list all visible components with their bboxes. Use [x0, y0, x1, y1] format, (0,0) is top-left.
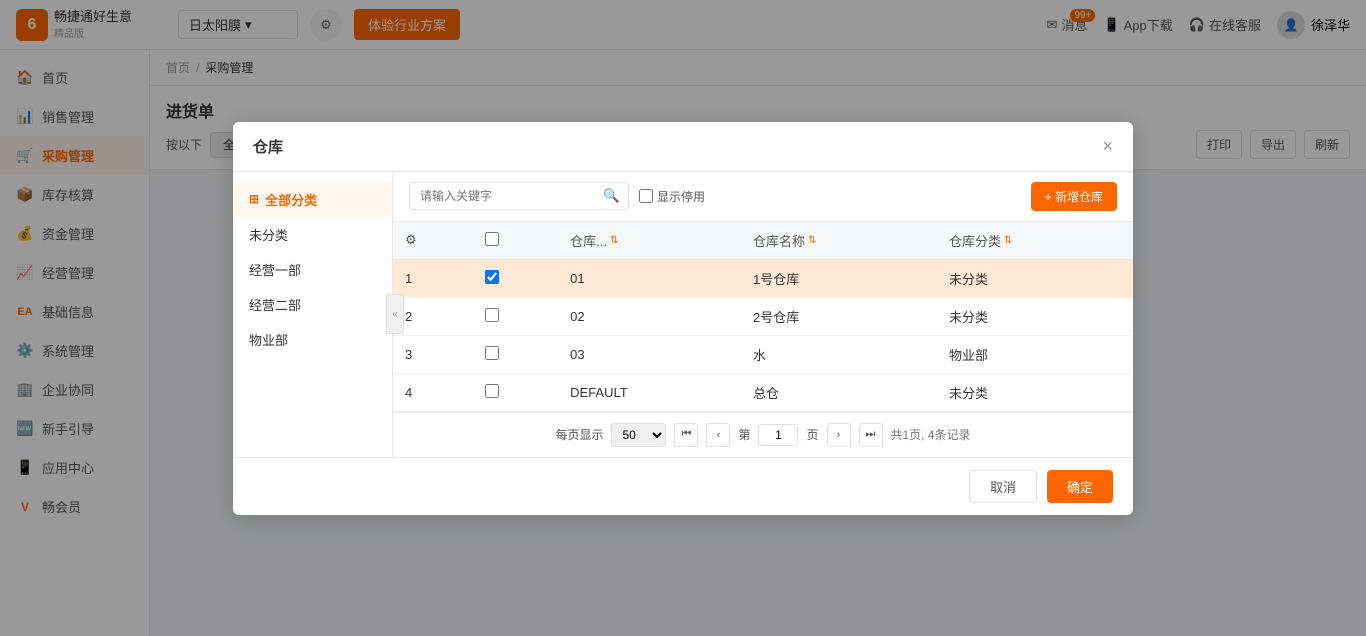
- cell-code: 03: [558, 335, 741, 373]
- show-disabled-checkbox[interactable]: [639, 189, 653, 203]
- first-page-button[interactable]: ⏮: [674, 423, 698, 447]
- search-box: 🔍: [409, 182, 629, 210]
- cell-checkbox: [473, 297, 558, 335]
- modal-body: ⊞ 全部分类 未分类 经营一部 经营二部 物业部 «: [233, 172, 1133, 457]
- cell-no: 1: [393, 259, 473, 297]
- cell-name: 1号仓库: [741, 259, 937, 297]
- sort-icon: ⇅: [808, 235, 816, 246]
- th-name[interactable]: 仓库名称 ⇅: [741, 222, 937, 260]
- cat-item-operations2[interactable]: 经营二部: [233, 287, 392, 322]
- cell-name: 2号仓库: [741, 297, 937, 335]
- confirm-button[interactable]: 确定: [1047, 470, 1113, 503]
- cell-category: 未分类: [937, 259, 1133, 297]
- warehouse-modal: 仓库 × ⊞ 全部分类 未分类 经营一部 经营二部: [233, 122, 1133, 515]
- cell-code: 01: [558, 259, 741, 297]
- modal-toolbar: 🔍 显示停用 + 新增仓库: [393, 172, 1133, 222]
- modal-close-button[interactable]: ×: [1102, 136, 1113, 157]
- cat-item-all[interactable]: ⊞ 全部分类: [233, 182, 392, 217]
- row-checkbox[interactable]: [485, 270, 499, 284]
- cancel-button[interactable]: 取消: [969, 470, 1037, 503]
- cell-no: 2: [393, 297, 473, 335]
- sidebar-collapse-button[interactable]: «: [386, 294, 404, 334]
- th-code[interactable]: 仓库... ⇅: [558, 222, 741, 260]
- modal-footer: 取消 确定: [233, 457, 1133, 515]
- cell-category: 未分类: [937, 373, 1133, 411]
- show-disabled-checkbox-label[interactable]: 显示停用: [639, 188, 705, 205]
- search-input[interactable]: [410, 184, 595, 208]
- cell-checkbox: [473, 259, 558, 297]
- cat-item-property[interactable]: 物业部: [233, 322, 392, 357]
- add-warehouse-button[interactable]: + 新增仓库: [1031, 182, 1117, 211]
- modal-category-sidebar: ⊞ 全部分类 未分类 经营一部 经营二部 物业部 «: [233, 172, 393, 457]
- warehouse-table: ⚙ 仓库... ⇅: [393, 222, 1133, 412]
- select-all-checkbox[interactable]: [485, 232, 499, 246]
- table-row[interactable]: 3 03水物业部: [393, 335, 1133, 373]
- grid-icon: ⊞: [249, 192, 259, 206]
- modal-overlay: 仓库 × ⊞ 全部分类 未分类 经营一部 经营二部: [0, 0, 1366, 636]
- th-name-label: 仓库名称: [753, 231, 805, 250]
- prev-page-button[interactable]: ‹: [706, 423, 730, 447]
- search-button[interactable]: 🔍: [595, 183, 628, 209]
- cell-category: 物业部: [937, 335, 1133, 373]
- cell-no: 3: [393, 335, 473, 373]
- cat-item-operations1[interactable]: 经营一部: [233, 252, 392, 287]
- th-category[interactable]: 仓库分类 ⇅: [937, 222, 1133, 260]
- next-page-button[interactable]: ›: [827, 423, 851, 447]
- table-row[interactable]: 2 022号仓库未分类: [393, 297, 1133, 335]
- table-header: ⚙ 仓库... ⇅: [393, 222, 1133, 260]
- modal-header: 仓库 ×: [233, 122, 1133, 172]
- table-row[interactable]: 4 DEFAULT总仓未分类: [393, 373, 1133, 411]
- cell-checkbox: [473, 335, 558, 373]
- page-label: 第: [738, 426, 750, 443]
- settings-icon: ⚙: [405, 232, 417, 247]
- row-checkbox[interactable]: [485, 346, 499, 360]
- sort-icon: ⇅: [610, 235, 618, 246]
- cat-item-uncategorized[interactable]: 未分类: [233, 217, 392, 252]
- row-checkbox[interactable]: [485, 308, 499, 322]
- modal-main: 🔍 显示停用 + 新增仓库 ⚙: [393, 172, 1133, 457]
- th-settings: ⚙: [393, 222, 473, 260]
- row-checkbox[interactable]: [485, 384, 499, 398]
- last-page-button[interactable]: ⏭: [859, 423, 883, 447]
- page-size-select[interactable]: 50 20 100: [611, 423, 666, 447]
- pagination: 每页显示 50 20 100 ⏮ ‹ 第 页 › ⏭ 共1页, 4条记录: [393, 412, 1133, 457]
- cell-code: 02: [558, 297, 741, 335]
- cell-checkbox: [473, 373, 558, 411]
- page-number-input[interactable]: [758, 424, 798, 446]
- cell-category: 未分类: [937, 297, 1133, 335]
- th-checkbox: [473, 222, 558, 260]
- cell-name: 总仓: [741, 373, 937, 411]
- modal-title: 仓库: [253, 136, 283, 157]
- cell-code: DEFAULT: [558, 373, 741, 411]
- th-code-label: 仓库...: [570, 231, 607, 250]
- cell-no: 4: [393, 373, 473, 411]
- th-category-label: 仓库分类: [949, 231, 1001, 250]
- sort-icon: ⇅: [1004, 235, 1012, 246]
- warehouse-table-scroll: ⚙ 仓库... ⇅: [393, 222, 1133, 412]
- cell-name: 水: [741, 335, 937, 373]
- warehouse-table-body: 1011号仓库未分类2022号仓库未分类303水物业部4DEFAULT总仓未分类: [393, 259, 1133, 411]
- table-row[interactable]: 1 011号仓库未分类: [393, 259, 1133, 297]
